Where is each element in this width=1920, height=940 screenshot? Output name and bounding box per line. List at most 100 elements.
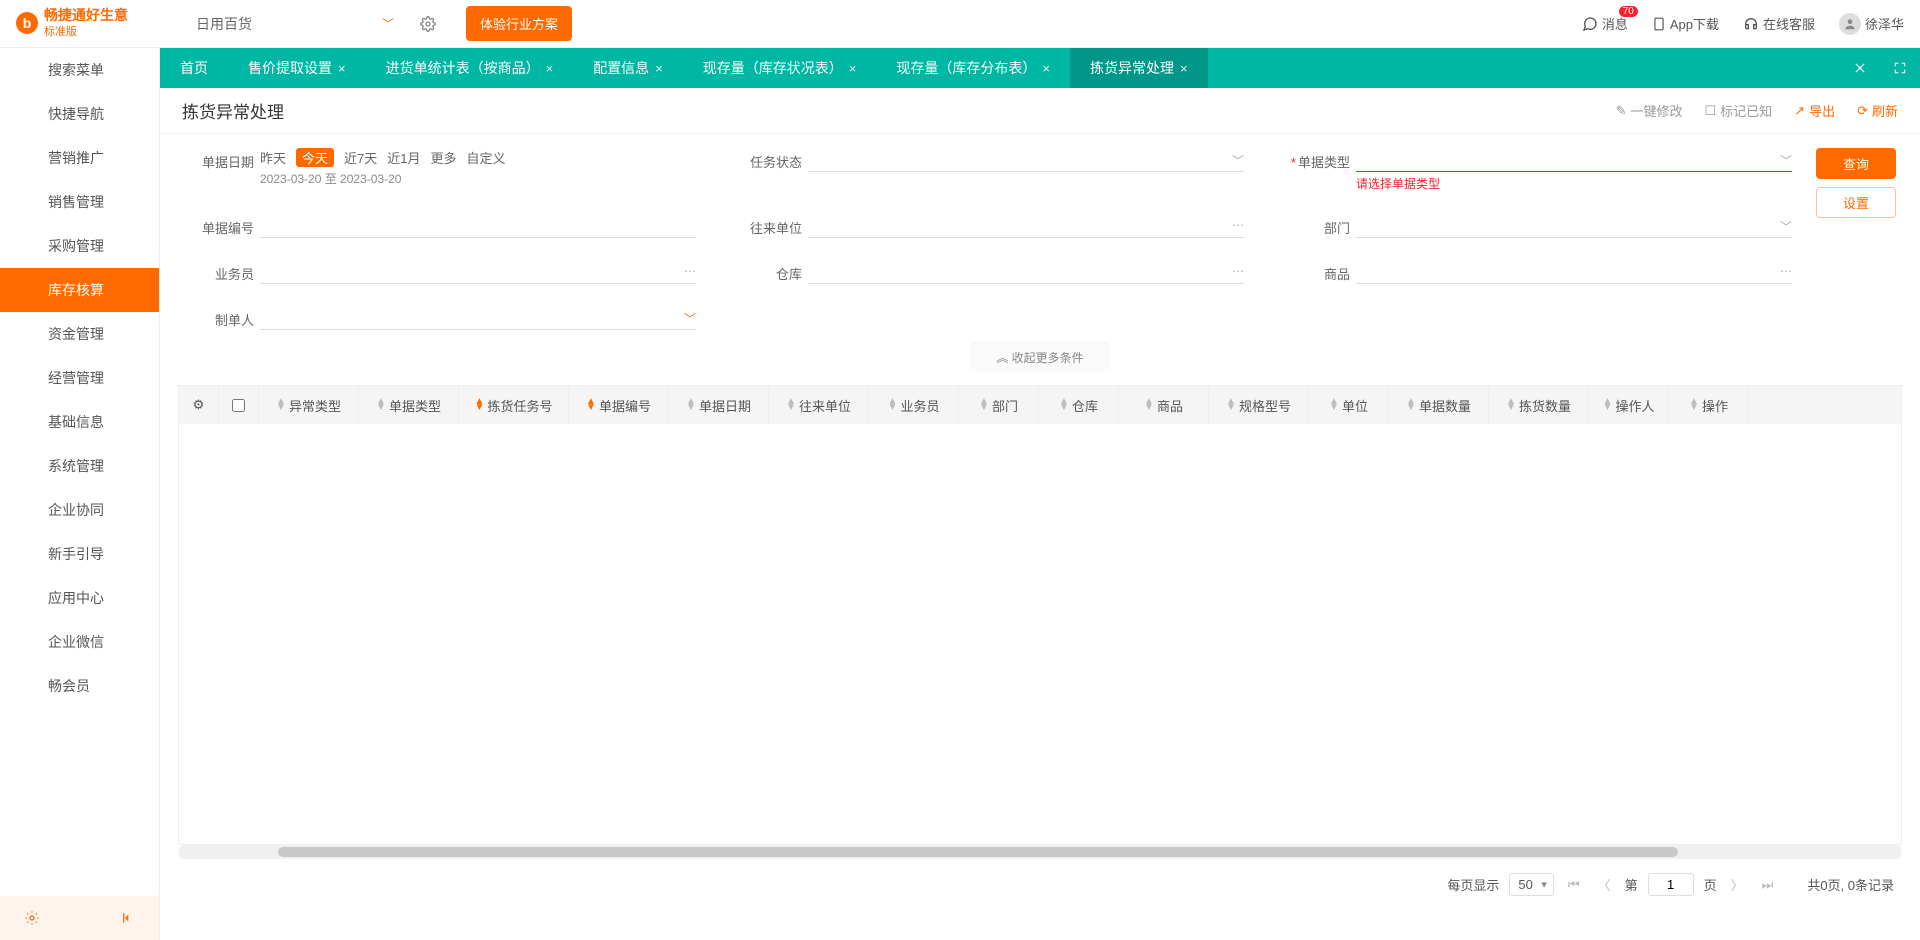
sidebar-item[interactable]: 企业微信 (0, 620, 159, 664)
sort-icon[interactable]: ▲▼ (1506, 399, 1516, 411)
tab[interactable]: 拣货异常处理× (1070, 48, 1208, 88)
sort-icon[interactable]: ▲▼ (276, 399, 286, 411)
close-all-tabs-button[interactable] (1840, 48, 1880, 88)
tab[interactable]: 售价提取设置× (228, 48, 366, 88)
fullscreen-button[interactable] (1880, 48, 1920, 88)
checkbox[interactable] (232, 399, 245, 412)
tab[interactable]: 首页 (160, 48, 228, 88)
tab[interactable]: 现存量（库存分布表）× (876, 48, 1070, 88)
close-icon[interactable]: × (1180, 61, 1188, 76)
partner-picker[interactable] (808, 214, 1244, 238)
page-first-button[interactable]: ⏮ (1564, 877, 1584, 893)
date-range-chip[interactable]: 近7天 (344, 148, 377, 167)
close-icon[interactable]: × (849, 61, 857, 76)
sidebar-item[interactable]: 资金管理 (0, 312, 159, 356)
collapse-sidebar-icon[interactable] (119, 910, 135, 926)
settings-icon[interactable] (24, 910, 40, 926)
sort-icon[interactable]: ▲▼ (686, 399, 696, 411)
table-column-header[interactable]: ▲▼异常类型 (259, 386, 359, 424)
sales-picker[interactable] (260, 260, 696, 284)
chevron-down-icon[interactable]: ﹀ (1780, 152, 1792, 169)
sort-icon[interactable]: ▲▼ (1329, 399, 1339, 411)
search-button[interactable]: 查询 (1816, 148, 1896, 179)
table-column-header[interactable]: ▲▼单据数量 (1389, 386, 1489, 424)
page-last-button[interactable]: ⏭ (1758, 877, 1778, 893)
page-prev-button[interactable]: 〈 (1594, 875, 1615, 894)
more-icon[interactable]: ⋯ (1780, 264, 1792, 278)
horizontal-scrollbar[interactable] (178, 845, 1902, 859)
refresh-button[interactable]: ⟳ 刷新 (1857, 101, 1898, 120)
sidebar-item[interactable]: 经营管理 (0, 356, 159, 400)
per-page-select[interactable]: 50 (1509, 873, 1553, 896)
sort-icon[interactable]: ▲▼ (475, 399, 485, 411)
table-column-header[interactable]: ▲▼操作人 (1589, 386, 1669, 424)
tab[interactable]: 配置信息× (573, 48, 683, 88)
doc-no-input[interactable] (260, 214, 696, 238)
more-icon[interactable]: ⋯ (1232, 264, 1244, 278)
sidebar-item[interactable]: 应用中心 (0, 576, 159, 620)
sidebar-item[interactable]: 销售管理 (0, 180, 159, 224)
batch-edit-button[interactable]: ✎ 一键修改 (1616, 101, 1683, 120)
sort-icon[interactable]: ▲▼ (888, 399, 898, 411)
sort-icon[interactable]: ▲▼ (1144, 399, 1154, 411)
sidebar-item[interactable]: 企业协同 (0, 488, 159, 532)
table-settings-button[interactable]: ⚙ (179, 386, 219, 424)
sidebar-item[interactable]: 新手引导 (0, 532, 159, 576)
mark-known-button[interactable]: ☐ 标记已知 (1704, 101, 1772, 120)
date-range-chip[interactable]: 自定义 (467, 148, 506, 167)
close-icon[interactable]: × (338, 61, 346, 76)
sort-icon[interactable]: ▲▼ (979, 399, 989, 411)
support-button[interactable]: 在线客服 (1743, 14, 1815, 33)
table-column-header[interactable]: ▲▼仓库 (1039, 386, 1119, 424)
table-column-header[interactable]: ▲▼操作 (1669, 386, 1749, 424)
table-column-header[interactable]: ▲▼单据类型 (359, 386, 459, 424)
select-all-checkbox[interactable] (219, 386, 259, 424)
chevron-down-icon[interactable]: ﹀ (1780, 218, 1792, 235)
table-column-header[interactable]: ▲▼拣货任务号 (459, 386, 569, 424)
date-range-chip[interactable]: 今天 (296, 148, 334, 167)
collapse-filters-button[interactable]: ︽ 收起更多条件 (970, 344, 1110, 371)
filter-settings-button[interactable]: 设置 (1816, 187, 1896, 218)
sort-icon[interactable]: ▲▼ (786, 399, 796, 411)
sidebar-item[interactable]: 快捷导航 (0, 92, 159, 136)
table-column-header[interactable]: ▲▼往来单位 (769, 386, 869, 424)
sort-icon[interactable]: ▲▼ (586, 399, 596, 411)
sort-icon[interactable]: ▲▼ (1059, 399, 1069, 411)
export-button[interactable]: ↗ 导出 (1794, 101, 1835, 120)
product-picker[interactable] (1356, 260, 1792, 284)
scrollbar-thumb[interactable] (278, 847, 1678, 857)
date-range-chip[interactable]: 近1月 (387, 148, 420, 167)
table-column-header[interactable]: ▲▼单据日期 (669, 386, 769, 424)
creator-select[interactable] (260, 306, 696, 330)
sidebar-item[interactable]: 库存核算 (0, 268, 159, 312)
tab[interactable]: 现存量（库存状况表）× (683, 48, 877, 88)
date-range-chip[interactable]: 更多 (431, 148, 457, 167)
user-menu[interactable]: 徐泽华 (1839, 13, 1904, 35)
sidebar-item[interactable]: 搜索菜单 (0, 48, 159, 92)
task-state-select[interactable] (808, 148, 1244, 172)
warehouse-picker[interactable] (808, 260, 1244, 284)
app-download-button[interactable]: App下载 (1652, 14, 1719, 33)
messages-button[interactable]: 消息 70 (1582, 14, 1628, 33)
date-range-chip[interactable]: 昨天 (260, 148, 286, 167)
sidebar-item[interactable]: 基础信息 (0, 400, 159, 444)
table-column-header[interactable]: ▲▼拣货数量 (1489, 386, 1589, 424)
sidebar-item[interactable]: 营销推广 (0, 136, 159, 180)
more-icon[interactable]: ⋯ (684, 264, 696, 278)
gear-icon[interactable] (420, 16, 436, 32)
sort-icon[interactable]: ▲▼ (376, 399, 386, 411)
sort-icon[interactable]: ▲▼ (1406, 399, 1416, 411)
table-column-header[interactable]: ▲▼业务员 (869, 386, 959, 424)
page-next-button[interactable]: 〉 (1727, 875, 1748, 894)
page-input[interactable] (1648, 873, 1694, 896)
close-icon[interactable]: × (655, 61, 663, 76)
doc-type-select[interactable] (1356, 148, 1792, 172)
table-column-header[interactable]: ▲▼规格型号 (1209, 386, 1309, 424)
domain-dropdown[interactable]: 日用百货 ﹀ (196, 14, 394, 34)
table-column-header[interactable]: ▲▼单据编号 (569, 386, 669, 424)
sort-icon[interactable]: ▲▼ (1226, 399, 1236, 411)
more-icon[interactable]: ⋯ (1232, 218, 1244, 232)
sidebar-item[interactable]: 畅会员 (0, 664, 159, 708)
sidebar-item[interactable]: 采购管理 (0, 224, 159, 268)
chevron-down-icon[interactable]: ﹀ (1232, 152, 1244, 169)
